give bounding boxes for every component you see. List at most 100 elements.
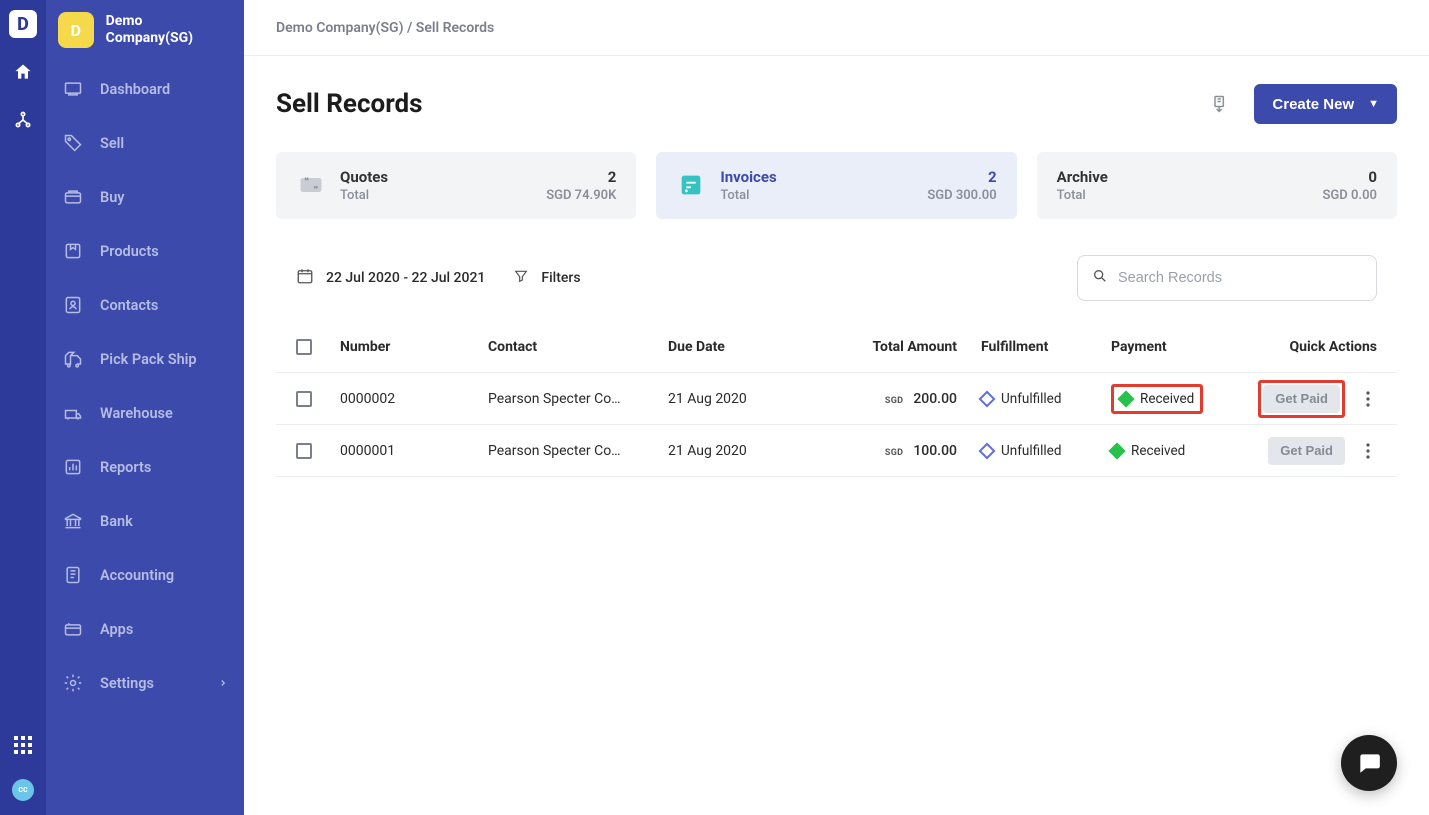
products-icon (62, 240, 84, 262)
svg-text:❝: ❝ (304, 176, 309, 187)
cell-due: 21 Aug 2020 (668, 391, 846, 407)
diamond-outline-icon (979, 442, 996, 459)
search-box[interactable] (1077, 255, 1377, 301)
kebab-icon[interactable] (1359, 387, 1377, 411)
row-checkbox[interactable] (296, 443, 312, 459)
header-payment: Payment (1111, 339, 1251, 355)
sidebar-item-warehouse[interactable]: Warehouse (46, 386, 244, 440)
table-header: Number Contact Due Date Total Amount Ful… (276, 321, 1397, 373)
bank-icon (62, 510, 84, 532)
table-row[interactable]: 0000002 Pearson Specter Co… 21 Aug 2020 … (276, 373, 1397, 425)
card-amount: SGD 0.00 (1323, 188, 1377, 203)
sidebar-item-label: Pick Pack Ship (100, 351, 197, 368)
cell-currency: SGD (885, 448, 903, 458)
filters-button[interactable]: Filters (513, 268, 580, 288)
records-table: Number Contact Due Date Total Amount Ful… (276, 321, 1397, 477)
buy-icon (62, 186, 84, 208)
header-actions: Quick Actions (1251, 339, 1377, 355)
sidebar: D Demo Company(SG) Dashboard Sell Buy Pr… (46, 0, 244, 815)
cell-currency: SGD (885, 396, 903, 406)
card-title: Archive (1057, 168, 1108, 186)
dashboard-icon (62, 78, 84, 100)
page-title: Sell Records (276, 89, 422, 119)
sidebar-item-dashboard[interactable]: Dashboard (46, 62, 244, 116)
card-count: 2 (546, 168, 616, 186)
org-tree-icon[interactable] (9, 106, 37, 134)
date-range-filter[interactable]: 22 Jul 2020 - 22 Jul 2021 (296, 267, 485, 289)
summary-card-archive[interactable]: Archive Total 0 SGD 0.00 (1037, 152, 1397, 219)
card-sub: Total (1057, 188, 1108, 203)
get-paid-button[interactable]: Get Paid (1263, 385, 1340, 413)
create-new-button[interactable]: Create New ▼ (1254, 84, 1397, 124)
filter-icon (513, 268, 529, 288)
card-sub: Total (340, 188, 388, 203)
header-amount: Total Amount (846, 339, 981, 355)
chevron-down-icon: ▼ (1368, 98, 1379, 110)
sidebar-item-settings[interactable]: Settings (46, 656, 244, 710)
diamond-outline-icon (979, 390, 996, 407)
create-new-label: Create New (1272, 96, 1354, 113)
sidebar-item-label: Dashboard (100, 81, 170, 98)
header-contact: Contact (488, 339, 668, 355)
summary-card-quotes[interactable]: ❝❞ Quotes Total 2 SGD 74.90K (276, 152, 636, 219)
date-range-label: 22 Jul 2020 - 22 Jul 2021 (326, 270, 485, 286)
chat-fab[interactable] (1341, 735, 1397, 791)
chevron-right-icon (218, 675, 228, 692)
company-avatar: D (58, 12, 94, 48)
sidebar-item-label: Bank (100, 513, 133, 530)
cell-amount: 100.00 (913, 443, 957, 459)
reports-icon (62, 456, 84, 478)
cell-due: 21 Aug 2020 (668, 443, 846, 459)
card-amount: SGD 300.00 (927, 188, 996, 203)
sidebar-item-reports[interactable]: Reports (46, 440, 244, 494)
sidebar-item-label: Accounting (100, 567, 174, 584)
sidebar-item-label: Warehouse (100, 405, 173, 422)
row-checkbox[interactable] (296, 391, 312, 407)
app-rail: D cc (0, 0, 46, 815)
sidebar-item-label: Settings (100, 675, 154, 692)
breadcrumb-bar: Demo Company(SG) / Sell Records (244, 0, 1429, 56)
home-icon[interactable] (9, 58, 37, 86)
header-number: Number (340, 339, 488, 355)
sidebar-item-bank[interactable]: Bank (46, 494, 244, 548)
cell-number: 0000002 (340, 391, 488, 407)
app-grid-icon[interactable] (9, 731, 37, 759)
sidebar-item-apps[interactable]: Apps (46, 602, 244, 656)
kebab-icon[interactable] (1359, 439, 1377, 463)
header-fulfil: Fulfillment (981, 339, 1111, 355)
select-all-checkbox[interactable] (296, 339, 312, 355)
cell-amount: 200.00 (913, 391, 957, 407)
cell-contact: Pearson Specter Co… (488, 443, 668, 459)
card-amount: SGD 74.90K (546, 188, 616, 203)
accounting-icon (62, 564, 84, 586)
sidebar-item-products[interactable]: Products (46, 224, 244, 278)
export-icon[interactable] (1208, 92, 1232, 116)
sidebar-item-buy[interactable]: Buy (46, 170, 244, 224)
invoices-icon (676, 170, 706, 200)
cell-payment: Received (1140, 391, 1194, 407)
sidebar-item-label: Apps (100, 621, 133, 638)
cell-contact: Pearson Specter Co… (488, 391, 668, 407)
filters-label: Filters (541, 270, 580, 286)
table-row[interactable]: 0000001 Pearson Specter Co… 21 Aug 2020 … (276, 425, 1397, 477)
sidebar-item-sell[interactable]: Sell (46, 116, 244, 170)
sidebar-item-label: Products (100, 243, 159, 260)
user-avatar-mini[interactable]: cc (12, 779, 34, 801)
company-switcher[interactable]: D Demo Company(SG) (46, 0, 244, 62)
card-count: 2 (927, 168, 996, 186)
card-title: Quotes (340, 168, 388, 186)
sidebar-item-contacts[interactable]: Contacts (46, 278, 244, 332)
cell-number: 0000001 (340, 443, 488, 459)
card-count: 0 (1323, 168, 1377, 186)
get-paid-button[interactable]: Get Paid (1268, 437, 1345, 465)
sidebar-item-pick-pack-ship[interactable]: Pick Pack Ship (46, 332, 244, 386)
sidebar-item-label: Reports (100, 459, 151, 476)
sidebar-item-label: Sell (100, 135, 124, 152)
search-input[interactable] (1118, 270, 1362, 286)
app-logo[interactable]: D (9, 10, 37, 38)
quotes-icon: ❝❞ (296, 170, 326, 200)
sidebar-item-accounting[interactable]: Accounting (46, 548, 244, 602)
summary-card-invoices[interactable]: Invoices Total 2 SGD 300.00 (656, 152, 1016, 219)
settings-icon (62, 672, 84, 694)
pick-pack-ship-icon (62, 348, 84, 370)
